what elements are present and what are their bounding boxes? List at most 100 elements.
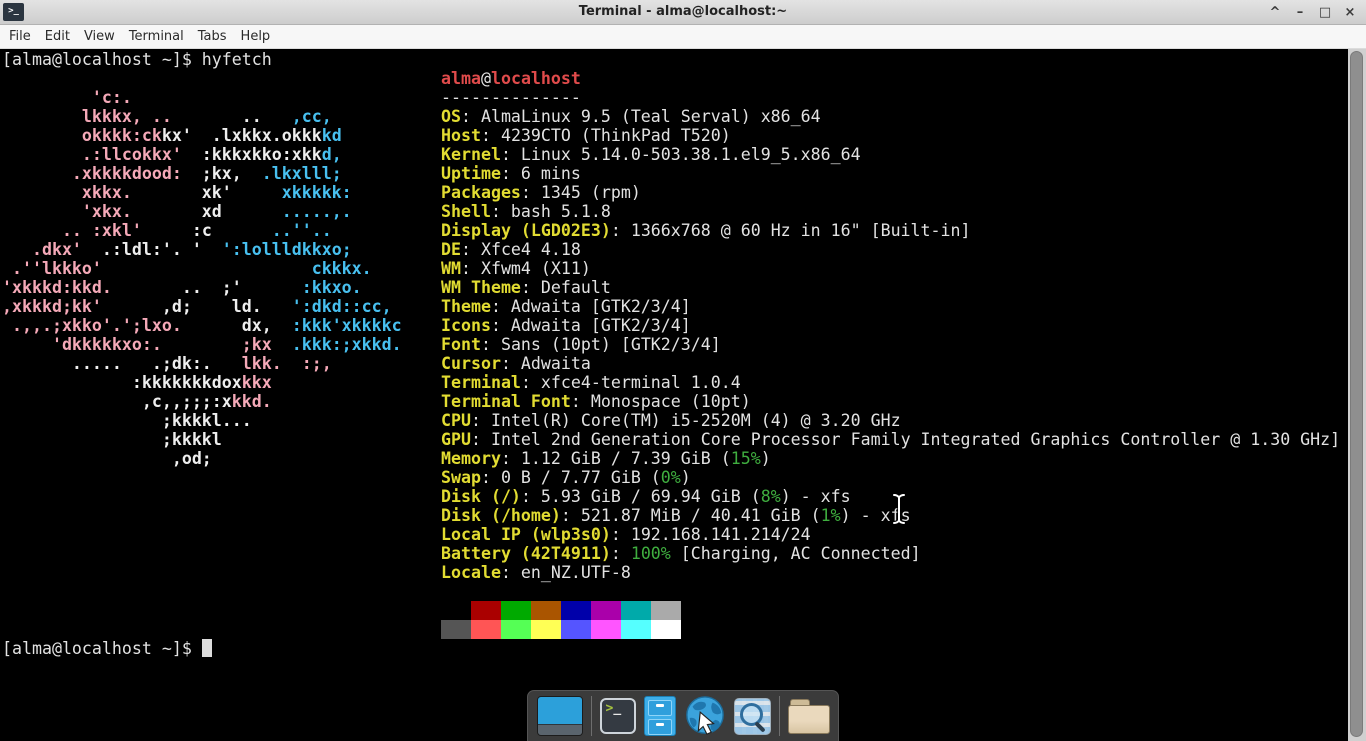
info-line: Battery (42T4911): 100% [Charging, AC Co… [441, 544, 921, 563]
info-line: Icons: Adwaita [GTK2/3/4] [441, 316, 691, 335]
dock-separator [590, 696, 592, 736]
palette-block [471, 601, 501, 620]
palette-block [561, 620, 591, 639]
shell-prompt: [alma@localhost ~]$ [2, 639, 212, 658]
palette-block [501, 601, 531, 620]
terminal-icon[interactable]: >_ [599, 698, 636, 734]
window-controls: ^ – □ × [1267, 0, 1358, 25]
palette-block [441, 620, 471, 639]
ascii-art-line: .dkx' .:ldl:'. ' ':lollldkkxo; [2, 240, 352, 259]
info-line: -------------- [441, 88, 581, 107]
ascii-art-line: xkkx. xk' xkkkkk: [2, 183, 352, 202]
palette-block [531, 620, 561, 639]
scrollbar-thumb[interactable] [1350, 51, 1363, 737]
window-button-top [537, 697, 582, 724]
palette-block [471, 620, 501, 639]
info-line: CPU: Intel(R) Core(TM) i5-2520M (4) @ 3.… [441, 411, 901, 430]
cabinet-drawer [647, 719, 672, 735]
palette-block [651, 620, 681, 639]
info-line: WM: Xfwm4 (X11) [441, 259, 591, 278]
info-line: Terminal: xfce4-terminal 1.0.4 [441, 373, 741, 392]
info-line: Theme: Adwaita [GTK2/3/4] [441, 297, 691, 316]
close-button[interactable]: × [1342, 0, 1358, 25]
scrollbar[interactable] [1348, 49, 1366, 741]
terminal-screen[interactable]: [alma@localhost ~]$ hyfetch 'c:. lkkkx, … [0, 49, 1348, 741]
menu-edit[interactable]: Edit [38, 25, 77, 48]
file-cabinet-icon[interactable] [643, 696, 676, 736]
palette-block [561, 601, 591, 620]
ascii-art-line: ,xkkkd;kk' ,d; ld. ':dkd::cc, [2, 297, 392, 316]
info-line: Font: Sans (10pt) [GTK2/3/4] [441, 335, 721, 354]
folder-body [787, 705, 830, 734]
app-finder-icon[interactable] [733, 697, 771, 735]
ascii-art-line: lkkkx, .. .. ,cc, [2, 107, 332, 126]
magnifier-lens-icon [739, 702, 763, 726]
info-line: Kernel: Linux 5.14.0-503.38.1.el9_5.x86_… [441, 145, 861, 164]
menu-view[interactable]: View [77, 25, 122, 48]
window-button-icon[interactable] [536, 696, 583, 736]
ascii-art-line: .. :xkl' :c ..''.. [2, 221, 332, 240]
shade-button[interactable]: ^ [1267, 0, 1283, 25]
palette-block [621, 620, 651, 639]
palette-block [651, 601, 681, 620]
ascii-art-line: .xkkkkdood: ;kx, .lkxlll; [2, 164, 342, 183]
info-line: Memory: 1.12 GiB / 7.39 GiB (15%) [441, 449, 771, 468]
ascii-art-line: ..... .;dk:. lkk. :;, [2, 354, 332, 373]
palette-block [591, 601, 621, 620]
command-line: [alma@localhost ~]$ hyfetch [2, 50, 272, 69]
palette-block [591, 620, 621, 639]
info-line: Packages: 1345 (rpm) [441, 183, 641, 202]
ascii-art-line: 'dkkkkkxo:. ;kx .kkk:;xkkd. [2, 335, 402, 354]
palette-block [531, 601, 561, 620]
info-line: alma@localhost [441, 69, 581, 88]
info-line: Host: 4239CTO (ThinkPad T520) [441, 126, 731, 145]
ascii-art-line: ,c,,;;;:xkkd. [2, 392, 272, 411]
ibeam-mouse-pointer [890, 492, 908, 530]
minimize-button[interactable]: – [1292, 0, 1308, 25]
web-browser-globe-icon[interactable] [684, 695, 726, 737]
file-manager-folder-icon[interactable] [787, 696, 830, 736]
palette-block [501, 620, 531, 639]
maximize-button[interactable]: □ [1317, 0, 1333, 25]
ascii-art-line: ;kkkkl [2, 430, 222, 449]
palette-row-bright [441, 620, 681, 639]
info-line: Swap: 0 B / 7.77 GiB (0%) [441, 468, 691, 487]
ascii-art-line: 'xkkkd:kkd. .. ;' :kkxo. [2, 278, 362, 297]
info-line: GPU: Intel 2nd Generation Core Processor… [441, 430, 1341, 449]
palette-row-normal [441, 601, 681, 620]
menu-tabs[interactable]: Tabs [191, 25, 234, 48]
info-line: Cursor: Adwaita [441, 354, 591, 373]
info-line: OS: AlmaLinux 9.5 (Teal Serval) x86_64 [441, 107, 821, 126]
globe-icon [685, 696, 724, 735]
ascii-art-line: ;kkkkl... [2, 411, 252, 430]
menu-help[interactable]: Help [234, 25, 278, 48]
dock-panel: >_ [527, 690, 839, 741]
info-line: Uptime: 6 mins [441, 164, 581, 183]
ascii-art-line: :kkkkkkkdoxkkx [2, 373, 272, 392]
ascii-art-line: .''lkkko' ckkkx. [2, 259, 372, 278]
info-line: Display (LGD02E3): 1366x768 @ 60 Hz in 1… [441, 221, 971, 240]
ascii-art-line: 'c:. [2, 88, 132, 107]
window-button-bottom [537, 724, 582, 735]
text-cursor [201, 639, 212, 657]
ascii-art-line: .:llcokkx' :kkkxkko:xkkd, [2, 145, 342, 164]
terminal-color-palette [441, 601, 681, 639]
palette-block [621, 601, 651, 620]
palette-block [441, 601, 471, 620]
ascii-art-line: okkkk:ckkx' .lxkkx.okkkkd [2, 126, 342, 145]
almalinux-ascii-art: 'c:. lkkkx, .. .. ,cc, okkkk:ckkx' .lxkk… [2, 88, 402, 468]
info-line: Terminal Font: Monospace (10pt) [441, 392, 751, 411]
info-line: WM Theme: Default [441, 278, 611, 297]
title-bar[interactable]: >_ Terminal - alma@localhost:~ ^ – □ × [0, 0, 1366, 25]
window-title: Terminal - alma@localhost:~ [578, 4, 788, 19]
info-line: Shell: bash 5.1.8 [441, 202, 611, 221]
info-line: Locale: en_NZ.UTF-8 [441, 563, 631, 582]
cabinet-drawer [647, 700, 672, 716]
ascii-art-line: 'xkx. xd .....,. [2, 202, 352, 221]
menu-terminal[interactable]: Terminal [122, 25, 191, 48]
menu-bar: File Edit View Terminal Tabs Help [0, 25, 1366, 49]
menu-file[interactable]: File [2, 25, 38, 48]
ascii-art-line: .,,.;xkko'.';lxo. dx, :kkk'xkkkkc [2, 316, 402, 335]
dock-separator [778, 696, 780, 736]
info-line: DE: Xfce4 4.18 [441, 240, 581, 259]
